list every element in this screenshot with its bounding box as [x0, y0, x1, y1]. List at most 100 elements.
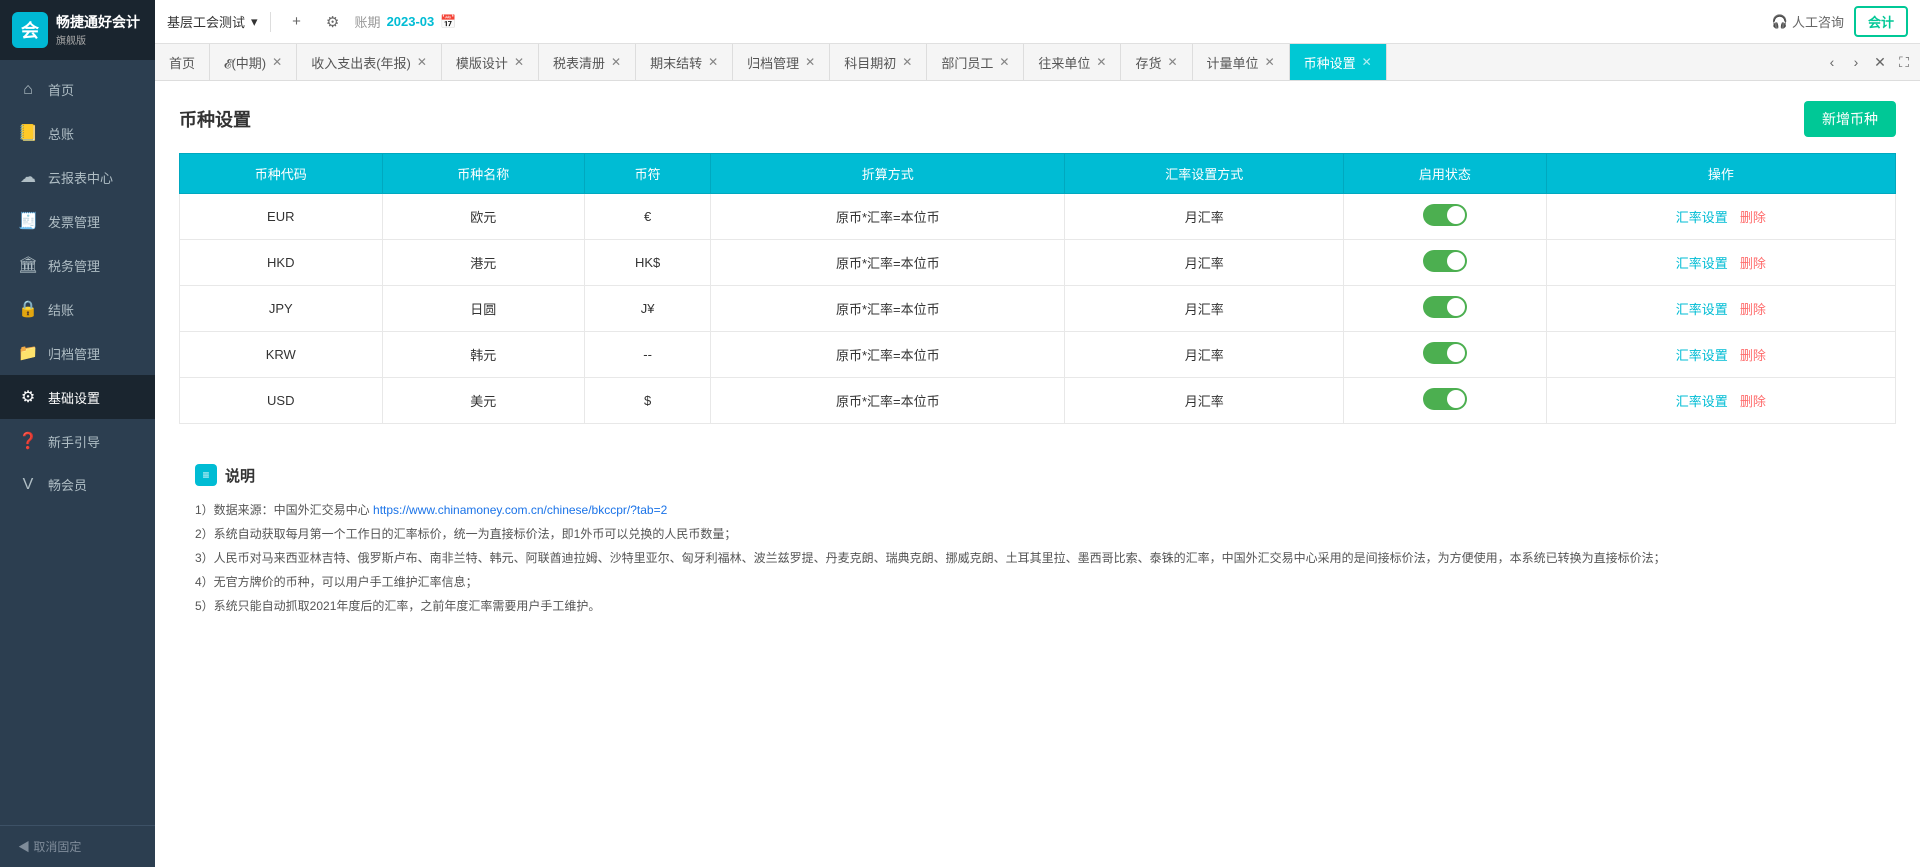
tab-archive[interactable]: 归档管理 ✕	[733, 44, 830, 80]
tab-label-currency: 币种设置	[1304, 53, 1356, 72]
tab-close-units[interactable]: ✕	[1096, 55, 1106, 69]
table-header-row: 币种代码币种名称币符折算方式汇率设置方式启用状态操作	[180, 154, 1896, 194]
col-header-操作: 操作	[1546, 154, 1895, 194]
tab-units[interactable]: 往来单位 ✕	[1024, 44, 1121, 80]
tab-close-template[interactable]: ✕	[514, 55, 524, 69]
app-logo-icon: 会	[12, 12, 48, 48]
account-button[interactable]: 会计	[1854, 6, 1908, 37]
sidebar-item-guide[interactable]: ❓新手引导	[0, 419, 155, 463]
toggle-switch[interactable]	[1423, 388, 1467, 410]
delete-link[interactable]: 删除	[1740, 348, 1766, 363]
tab-label-archive: 归档管理	[747, 53, 799, 72]
rate-setting-link[interactable]: 汇率设置	[1676, 256, 1728, 271]
tab-dept[interactable]: 部门员工 ✕	[927, 44, 1024, 80]
tab-home[interactable]: 首页	[155, 44, 210, 80]
notes-link[interactable]: https://www.chinamoney.com.cn/chinese/bk…	[373, 503, 667, 517]
col-header-币种代码: 币种代码	[180, 154, 383, 194]
tab-prev-button[interactable]: ‹	[1820, 50, 1844, 74]
sidebar-nav: ⌂首页📒总账☁云报表中心🧾发票管理🏛税务管理🔒结账 📁 归档管理 ⚙基础设置❓新手引导…	[0, 60, 155, 825]
col-header-币符: 币符	[585, 154, 711, 194]
tab-label-units: 往来单位	[1038, 53, 1090, 72]
rate-setting-link[interactable]: 汇率设置	[1676, 210, 1728, 225]
tab-close-archive[interactable]: ✕	[805, 55, 815, 69]
main-area: 基层工会测试 ▾ + ⚙ 账期 2023-03 📅 🎧 人工咨询 会计 首页𝓔(	[155, 0, 1920, 867]
period-label: 账期	[355, 12, 381, 31]
toggle-switch[interactable]	[1423, 296, 1467, 318]
sidebar-item-home[interactable]: ⌂首页	[0, 68, 155, 111]
support-button[interactable]: 🎧 人工咨询	[1772, 12, 1844, 31]
table-row: HKD港元HK$原币*汇率=本位币月汇率汇率设置删除	[180, 240, 1896, 286]
tab-label-tax: 税表清册	[553, 53, 605, 72]
tab-period-end[interactable]: 期末结转 ✕	[636, 44, 733, 80]
tab-stock[interactable]: 存货 ✕	[1121, 44, 1192, 80]
notes-section: ≡ 说明 1）数据来源：中国外汇交易中心 https://www.chinamo…	[179, 448, 1896, 634]
rate-setting-link[interactable]: 汇率设置	[1676, 302, 1728, 317]
cell-name: 美元	[382, 378, 585, 424]
tab-close-period[interactable]: ✕	[272, 55, 282, 69]
sidebar-label-archive: 归档管理	[48, 344, 100, 363]
sidebar-item-reports[interactable]: ☁云报表中心	[0, 155, 155, 199]
add-workspace-button[interactable]: +	[283, 8, 311, 36]
tab-close-measure[interactable]: ✕	[1265, 55, 1275, 69]
sidebar-label-close: 结账	[48, 300, 74, 319]
tab-close-period-end[interactable]: ✕	[708, 55, 718, 69]
archive-icon: 📁	[18, 343, 38, 363]
cell-symbol: €	[585, 194, 711, 240]
tab-close-all-button[interactable]: ✕	[1868, 50, 1892, 74]
home-icon: ⌂	[18, 81, 38, 99]
sidebar-item-close[interactable]: 🔒结账	[0, 287, 155, 331]
plus-icon: +	[292, 13, 301, 30]
cell-code: USD	[180, 378, 383, 424]
tab-expand-button[interactable]: ⛶	[1892, 50, 1916, 74]
sidebar-item-invoice[interactable]: 🧾发票管理	[0, 199, 155, 243]
tab-subjects[interactable]: 科目期初 ✕	[830, 44, 927, 80]
tab-next-button[interactable]: ›	[1844, 50, 1868, 74]
sidebar-item-member[interactable]: V畅会员	[0, 463, 155, 506]
new-currency-button[interactable]: 新增币种	[1804, 101, 1896, 137]
table-row: KRW韩元--原币*汇率=本位币月汇率汇率设置删除	[180, 332, 1896, 378]
table-header: 币种代码币种名称币符折算方式汇率设置方式启用状态操作	[180, 154, 1896, 194]
tab-close-tax[interactable]: ✕	[611, 55, 621, 69]
cell-toggle	[1344, 378, 1547, 424]
workspace-selector[interactable]: 基层工会测试 ▾	[167, 12, 258, 31]
sidebar-item-settings[interactable]: ⚙基础设置	[0, 375, 155, 419]
sidebar-item-tax[interactable]: 🏛税务管理	[0, 243, 155, 287]
sidebar-label-settings: 基础设置	[48, 388, 100, 407]
delete-link[interactable]: 删除	[1740, 256, 1766, 271]
tab-label-subjects: 科目期初	[844, 53, 896, 72]
tab-close-currency[interactable]: ✕	[1362, 55, 1372, 69]
sidebar-pin-toggle[interactable]: ◀ 取消固定	[0, 825, 155, 867]
rate-setting-link[interactable]: 汇率设置	[1676, 348, 1728, 363]
rate-setting-link[interactable]: 汇率设置	[1676, 394, 1728, 409]
tab-period[interactable]: 𝓔(中期) ✕	[210, 44, 297, 80]
cell-calc: 原币*汇率=本位币	[711, 378, 1065, 424]
delete-link[interactable]: 删除	[1740, 394, 1766, 409]
sidebar-item-archive[interactable]: 📁 归档管理	[0, 331, 155, 375]
toggle-switch[interactable]	[1423, 204, 1467, 226]
sidebar-item-ledger[interactable]: 📒总账	[0, 111, 155, 155]
calendar-icon[interactable]: 📅	[440, 14, 456, 30]
note-item-2: 2）系统自动获取每月第一个工作日的汇率标价，统一为直接标价法，即1外币可以兑换的…	[195, 522, 1880, 546]
tab-close-stock[interactable]: ✕	[1167, 55, 1177, 69]
sidebar-label-reports: 云报表中心	[48, 168, 113, 187]
tab-template[interactable]: 模版设计 ✕	[442, 44, 539, 80]
note-item-4: 4）无官方牌价的币种，可以用户手工维护汇率信息；	[195, 570, 1880, 594]
tab-close-income[interactable]: ✕	[417, 55, 427, 69]
tab-income[interactable]: 收入支出表(年报) ✕	[297, 44, 442, 80]
delete-link[interactable]: 删除	[1740, 302, 1766, 317]
tax-icon: 🏛	[18, 255, 38, 275]
tab-label-template: 模版设计	[456, 53, 508, 72]
cell-symbol: HK$	[585, 240, 711, 286]
cell-actions: 汇率设置删除	[1546, 332, 1895, 378]
toggle-switch[interactable]	[1423, 250, 1467, 272]
tab-currency[interactable]: 币种设置 ✕	[1290, 44, 1387, 80]
tab-tax[interactable]: 税表清册 ✕	[539, 44, 636, 80]
workspace-settings-button[interactable]: ⚙	[319, 8, 347, 36]
delete-link[interactable]: 删除	[1740, 210, 1766, 225]
tab-close-dept[interactable]: ✕	[999, 55, 1009, 69]
cell-calc: 原币*汇率=本位币	[711, 194, 1065, 240]
tab-close-subjects[interactable]: ✕	[902, 55, 912, 69]
toggle-switch[interactable]	[1423, 342, 1467, 364]
tab-label-income: 收入支出表(年报)	[311, 53, 411, 72]
tab-measure[interactable]: 计量单位 ✕	[1193, 44, 1290, 80]
